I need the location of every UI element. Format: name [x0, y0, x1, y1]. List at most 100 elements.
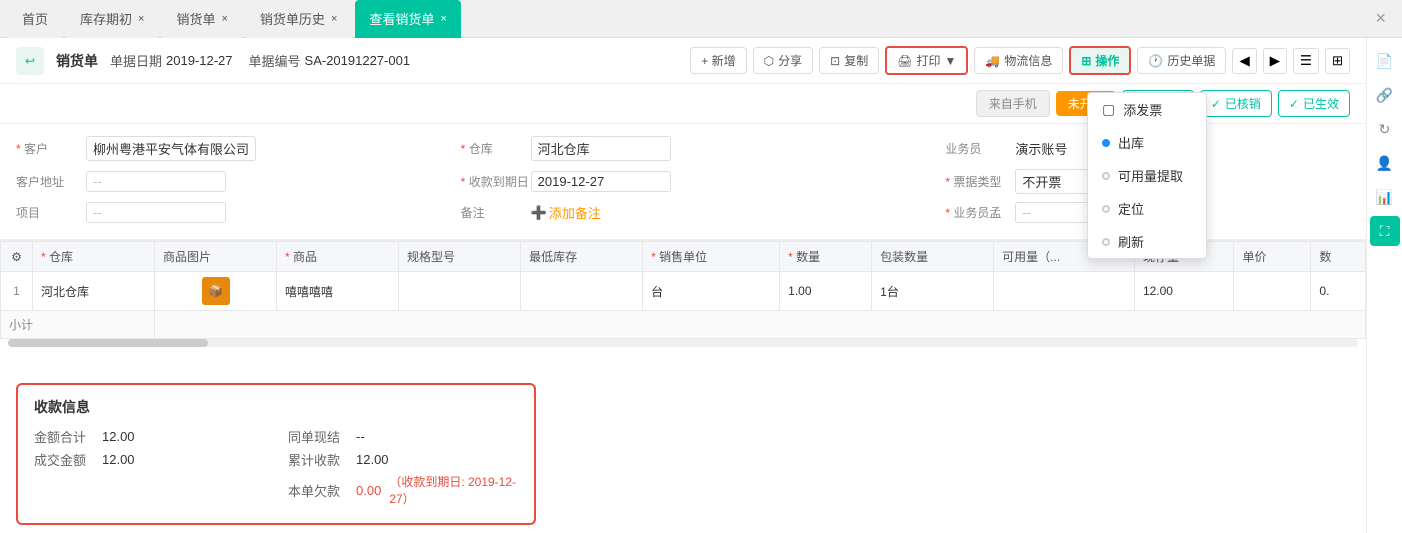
available-qty-icon — [1102, 172, 1110, 180]
row-spec — [399, 272, 521, 311]
print-button[interactable]: 🖨 打印 ▼ — [885, 46, 968, 75]
ticket-type-label: 票据类型 — [945, 173, 1015, 190]
staff-value: 演示账号 — [1015, 139, 1067, 158]
warehouse-field: 仓库 河北仓库 — [461, 136, 906, 161]
tab-inventory-close[interactable]: × — [138, 13, 144, 25]
row-qty: 1.00 — [780, 272, 872, 311]
deal-amount-value: 12.00 — [102, 452, 135, 467]
sidebar-expand-icon[interactable]: ⛶ — [1370, 216, 1400, 246]
tab-sales-label: 销货单 — [176, 9, 215, 28]
row-image: 📦 — [155, 272, 277, 311]
history-icon: 🕐 — [1148, 54, 1163, 68]
customer-value[interactable]: 柳州粤港平安气体有限公司 — [86, 136, 256, 161]
dropdown-available-qty[interactable]: 可用量提取 — [1088, 159, 1206, 192]
warehouse-label: 仓库 — [461, 140, 531, 157]
row-product: 嘻嘻嘻嘻 — [277, 272, 399, 311]
add-note-plus-icon: ➕ — [531, 205, 547, 221]
cumulative-row: 累计收款 12.00 — [288, 450, 518, 469]
payment-section: 收款信息 金额合计 12.00 成交金额 12.00 同单现结 -- — [16, 383, 536, 525]
table-scrollbar[interactable] — [8, 339, 1358, 347]
effective-button[interactable]: ✓ 已生效 — [1278, 90, 1350, 117]
sidebar-link-icon[interactable]: 🔗 — [1370, 80, 1400, 110]
dropdown-locate[interactable]: 定位 — [1088, 192, 1206, 225]
logistics-button[interactable]: 🚚 物流信息 — [974, 47, 1063, 74]
tab-sales[interactable]: 销货单 × — [162, 0, 241, 38]
doc-type-label: 销货单 — [56, 51, 98, 71]
operation-button[interactable]: ⊞ 操作 — [1069, 46, 1131, 75]
tab-sales-history-close[interactable]: × — [331, 13, 337, 25]
tab-bar: 首页 库存期初 × 销货单 × 销货单历史 × 查看销货单 × × — [0, 0, 1402, 38]
payment-date-value[interactable]: 2019-12-27 — [531, 171, 671, 192]
col-spec: 规格型号 — [399, 242, 521, 272]
doc-title-section: ↩ 销货单 单据日期 2019-12-27 单据编号 SA-20191227-0… — [16, 47, 690, 75]
project-value[interactable]: -- — [86, 202, 226, 223]
col-gear: ⚙ — [1, 242, 33, 272]
customer-label: 客户 — [16, 140, 86, 157]
same-order-value: -- — [356, 429, 365, 444]
row-stock: 12.00 — [1134, 272, 1234, 311]
sidebar-refresh-icon[interactable]: ↻ — [1370, 114, 1400, 144]
new-button[interactable]: + 新增 — [690, 47, 746, 74]
balance-label: 本单欠款 — [288, 481, 348, 500]
cancelled-button[interactable]: ✓ 已核销 — [1200, 90, 1272, 117]
effective-check-icon: ✓ — [1289, 97, 1299, 111]
warehouse-value[interactable]: 河北仓库 — [531, 136, 671, 161]
add-note-button[interactable]: ➕ 添加备注 — [531, 203, 601, 222]
prev-record-button[interactable]: ◀ — [1232, 48, 1256, 74]
doc-meta: 单据日期 2019-12-27 单据编号 SA-20191227-001 — [110, 51, 410, 70]
subtotal-empty — [155, 311, 1366, 339]
copy-button[interactable]: ⊡ 复制 — [819, 47, 879, 74]
col-product: 商品 — [277, 242, 399, 272]
row-pack-qty: 1台 — [872, 272, 994, 311]
tab-inventory-init[interactable]: 库存期初 × — [66, 0, 158, 38]
tab-sales-history[interactable]: 销货单历史 × — [246, 0, 351, 38]
col-image: 商品图片 — [155, 242, 277, 272]
table-scrollbar-thumb[interactable] — [8, 339, 208, 347]
address-value[interactable]: -- — [86, 171, 226, 192]
list-view-button[interactable]: ☰ — [1293, 48, 1319, 74]
share-button[interactable]: ⬡ 分享 — [753, 47, 814, 74]
dropdown-add-invoice[interactable]: ▢ 添发票 — [1088, 93, 1206, 126]
col-pack-qty: 包装数量 — [872, 242, 994, 272]
tab-view-sales-close[interactable]: × — [440, 13, 446, 25]
customer-field: 客户 柳州粤港平安气体有限公司 — [16, 136, 461, 161]
tab-view-sales[interactable]: 查看销货单 × — [355, 0, 460, 38]
sidebar-chart-icon[interactable]: 📊 — [1370, 182, 1400, 212]
window-close-icon[interactable]: × — [1367, 8, 1394, 29]
salesperson-label: 业务员孟 — [945, 204, 1015, 221]
add-invoice-icon: ▢ — [1102, 101, 1115, 118]
from-phone-button[interactable]: 来自手机 — [976, 90, 1050, 117]
tab-home[interactable]: 首页 — [8, 0, 62, 38]
history-button[interactable]: 🕐 历史单据 — [1137, 47, 1226, 74]
row-index: 1 — [1, 272, 33, 311]
table-row: 1 河北仓库 📦 嘻嘻嘻嘻 台 1.00 1台 12.00 — [1, 272, 1366, 311]
tab-inventory-label: 库存期初 — [80, 9, 132, 28]
col-unit: 销售单位 — [643, 242, 780, 272]
sidebar-doc-icon[interactable]: 📄 — [1370, 46, 1400, 76]
locate-icon — [1102, 205, 1110, 213]
outbound-icon — [1102, 139, 1110, 147]
doc-type-icon: ↩ — [16, 47, 44, 75]
col-min-stock: 最低库存 — [521, 242, 643, 272]
sidebar-user-icon[interactable]: 👤 — [1370, 148, 1400, 178]
row-amount: 0. — [1311, 272, 1366, 311]
dropdown-outbound[interactable]: 出库 — [1088, 126, 1206, 159]
doc-date-label: 单据日期 2019-12-27 — [110, 51, 233, 70]
cancelled-check-icon: ✓ — [1211, 97, 1221, 111]
payment-date-field: 收款到期日 2019-12-27 — [461, 171, 906, 192]
tab-home-label: 首页 — [22, 9, 48, 28]
tab-sales-close[interactable]: × — [221, 13, 227, 25]
grid-view-button[interactable]: ⊞ — [1325, 48, 1350, 74]
deal-amount-row: 成交金额 12.00 — [34, 450, 264, 469]
col-qty: 数量 — [780, 242, 872, 272]
operation-dropdown: ▢ 添发票 出库 可用量提取 定位 刷新 — [1087, 92, 1207, 259]
print-icon: 🖨 — [897, 54, 912, 68]
share-icon: ⬡ — [764, 54, 774, 68]
tab-sales-history-label: 销货单历史 — [260, 9, 325, 28]
dropdown-refresh[interactable]: 刷新 — [1088, 225, 1206, 258]
subtotal-label: 小计 — [1, 311, 155, 339]
balance-row: 本单欠款 0.00 （收款到期日: 2019-12-27） — [288, 473, 518, 507]
col-warehouse: 仓库 — [33, 242, 155, 272]
next-record-button[interactable]: ▶ — [1263, 48, 1287, 74]
project-field: 项目 -- — [16, 202, 461, 223]
